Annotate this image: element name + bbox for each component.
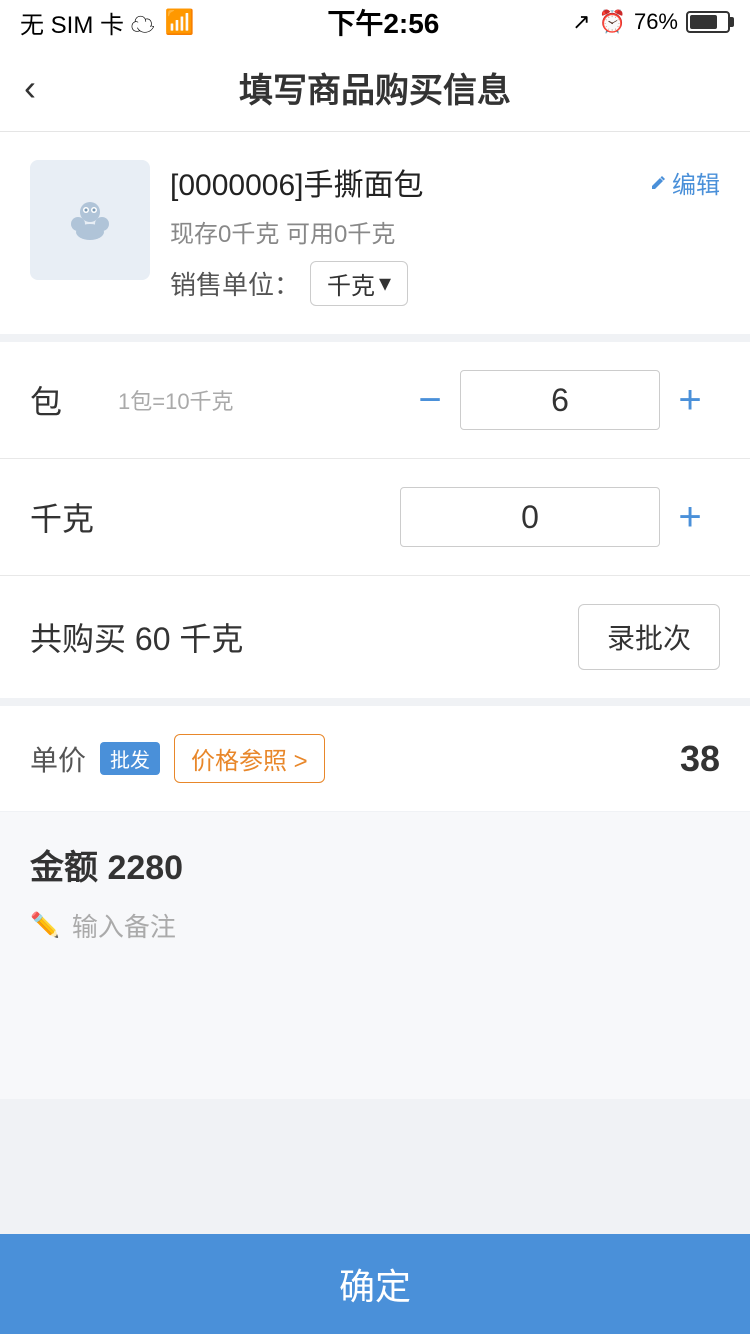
status-left: 无 SIM 卡 ☁ 📶 [20, 5, 195, 40]
edit-icon [650, 173, 668, 191]
remark-placeholder: 输入备注 [72, 907, 176, 944]
price-reference-button[interactable]: 价格参照 > [174, 734, 325, 783]
product-logo-icon [60, 190, 120, 250]
back-button[interactable]: ‹ [24, 67, 36, 109]
unit-label: 销售单位： [170, 265, 300, 302]
kg-quantity-input[interactable] [400, 487, 660, 547]
product-card: [0000006]手撕面包 编辑 现存0千克 可用0千克 销售单位： 千克 ▾ [0, 132, 750, 342]
product-unit-row: 销售单位： 千克 ▾ [170, 261, 720, 306]
pencil-icon: ✏️ [30, 911, 60, 940]
status-bar: 无 SIM 卡 ☁ 📶 下午2:56 ↗ ⏰ 76% [0, 0, 750, 44]
edit-button[interactable]: 编辑 [650, 165, 720, 200]
bag-plus-button[interactable]: + [660, 370, 720, 430]
confirm-button[interactable]: 确定 [0, 1234, 750, 1334]
product-stock: 现存0千克 可用0千克 [170, 214, 720, 249]
bag-hint: 1包=10千克 [118, 384, 400, 416]
product-info: [0000006]手撕面包 编辑 现存0千克 可用0千克 销售单位： 千克 ▾ [170, 160, 720, 306]
spacer [0, 1099, 750, 1234]
unit-select[interactable]: 千克 ▾ [310, 261, 408, 306]
battery-percent: 76% [634, 9, 678, 35]
status-time: 下午2:56 [327, 2, 439, 42]
page-title: 填写商品购买信息 [239, 63, 511, 112]
amount-label: 金额 [30, 849, 107, 887]
unit-value: 千克 [327, 266, 375, 301]
wifi-icon: 📶 [165, 8, 195, 37]
price-badge: 批发 [100, 742, 160, 775]
location-icon: ↗ [572, 9, 590, 35]
bag-label: 包 [30, 377, 110, 423]
battery-bar [686, 11, 730, 33]
total-text: 共购买 60 千克 [30, 614, 243, 660]
batch-button[interactable]: 录批次 [578, 604, 720, 670]
bag-quantity-control: − + [400, 370, 720, 430]
alarm-icon: ⏰ [599, 9, 626, 35]
product-name: [0000006]手撕面包 [170, 160, 423, 204]
kg-quantity-control: + [400, 487, 720, 547]
price-value: 38 [680, 738, 720, 780]
bag-quantity-input[interactable] [460, 370, 660, 430]
kg-plus-button[interactable]: + [660, 487, 720, 547]
remark-row[interactable]: ✏️ 输入备注 [30, 907, 720, 944]
unit-dropdown-arrow: ▾ [379, 269, 391, 298]
kg-label: 千克 [30, 494, 110, 540]
total-row: 共购买 60 千克 录批次 [0, 576, 750, 706]
amount-section: 金额 2280 ✏️ 输入备注 [0, 812, 750, 1099]
sim-label: 无 SIM 卡 ☁ [20, 5, 155, 40]
price-section: 单价 批发 价格参照 > 38 [0, 706, 750, 812]
product-name-row: [0000006]手撕面包 编辑 [170, 160, 720, 204]
battery-fill [690, 15, 717, 29]
amount-number: 2280 [107, 849, 183, 887]
input-section: 包 1包=10千克 − + 千克 + [0, 342, 750, 576]
product-thumbnail [30, 160, 150, 280]
bag-input-row: 包 1包=10千克 − + [0, 342, 750, 459]
price-label: 单价 [30, 739, 86, 779]
amount-row: 金额 2280 [30, 840, 720, 889]
kg-input-row: 千克 + [0, 459, 750, 576]
bag-minus-button[interactable]: − [400, 370, 460, 430]
status-right: ↗ ⏰ 76% [572, 9, 730, 35]
page-header: ‹ 填写商品购买信息 [0, 44, 750, 132]
